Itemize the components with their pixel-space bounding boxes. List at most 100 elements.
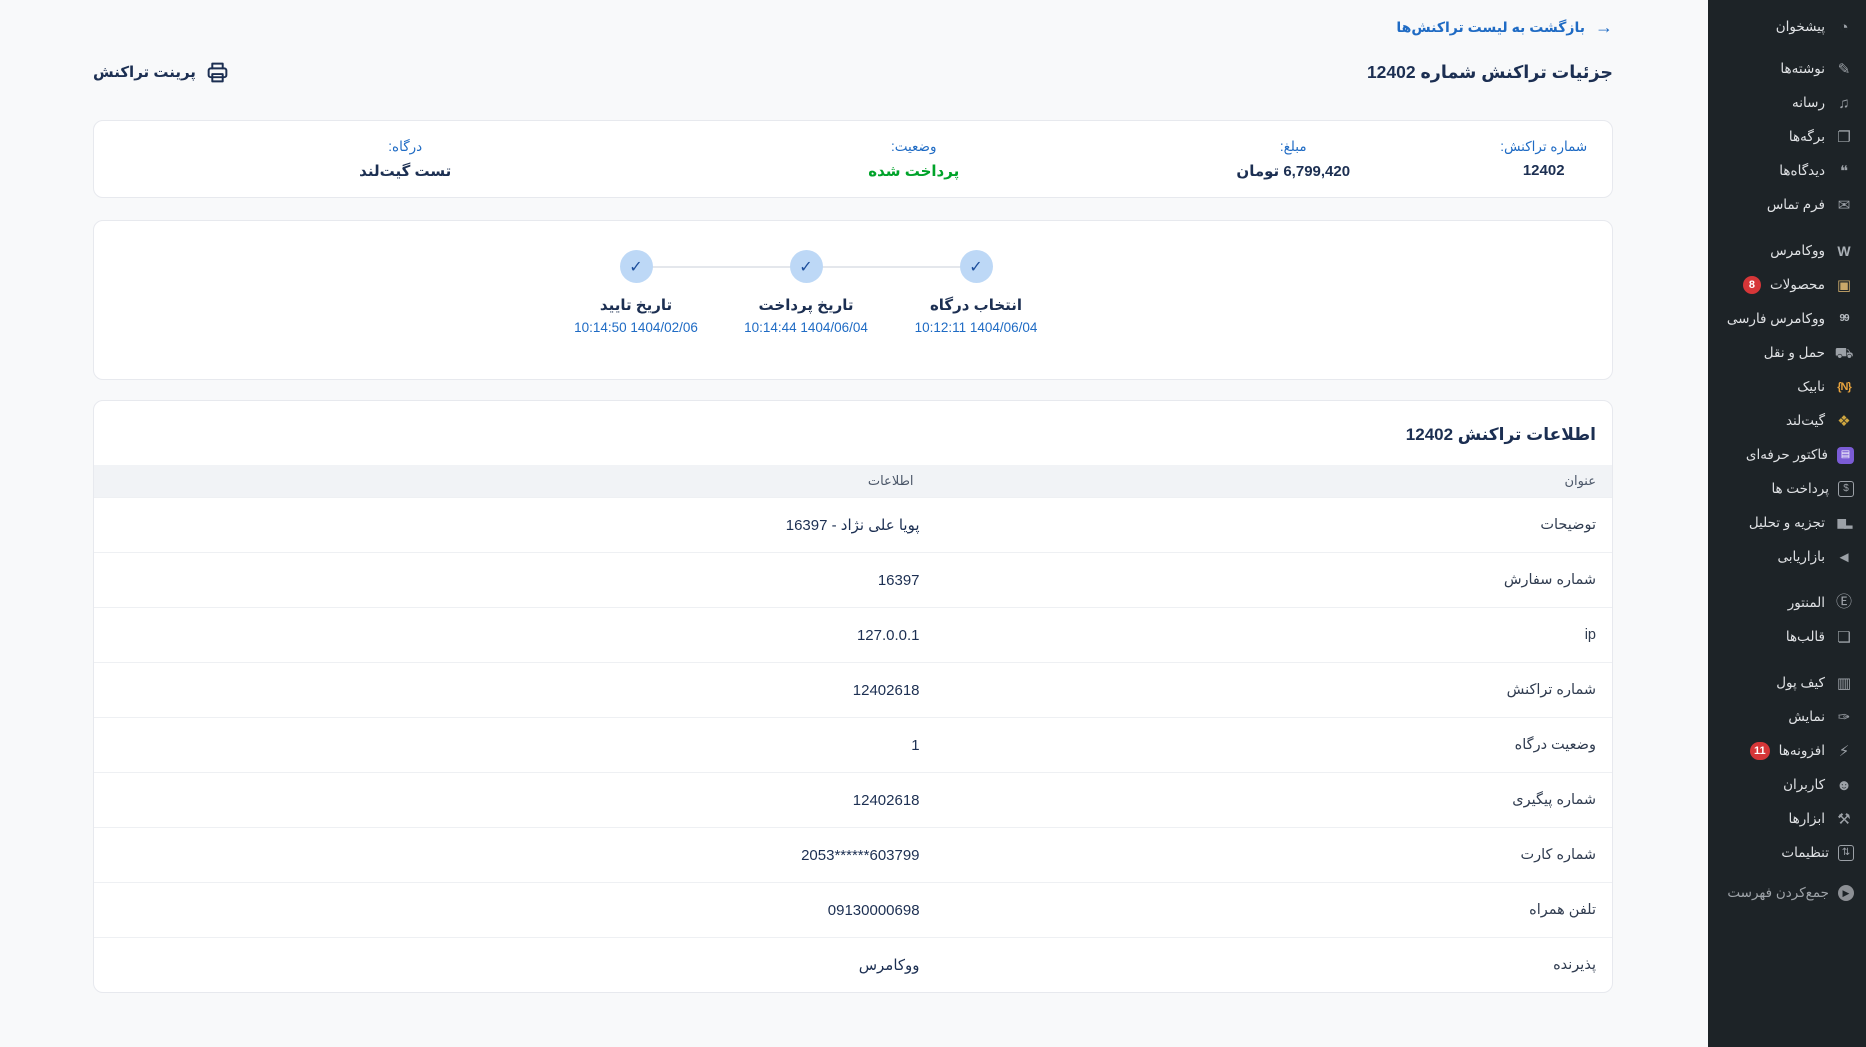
table-row-tracking-number: شماره پیگیری 12402618 xyxy=(94,772,1612,827)
table-row-order-number: شماره سفارش 16397 xyxy=(94,552,1612,607)
column-header-title: عنوان xyxy=(940,473,1612,489)
details-table-header: عنوان اطلاعات xyxy=(94,465,1612,497)
user-icon: ☻ xyxy=(1834,775,1854,795)
sidebar-item-tools[interactable]: ⚒ ابزارها xyxy=(1708,802,1866,836)
sidebar-item-napik[interactable]: {N} نابیک xyxy=(1708,370,1866,404)
main-content: → بازگشت به لیست تراکنش‌ها جزئیات تراکنش… xyxy=(0,0,1708,1047)
sidebar-item-products[interactable]: ▣ محصولات 8 xyxy=(1708,268,1866,302)
collapse-menu-icon: ▶ xyxy=(1838,885,1854,901)
step-datetime: 10:14:50 1404/02/06 xyxy=(574,320,698,335)
summary-field-transaction-number: شماره تراکنش: 12402 xyxy=(1475,139,1612,179)
amount-value: 6,799,420 تومان xyxy=(1236,162,1350,180)
dashboard-icon: ◔ xyxy=(1834,17,1854,37)
transaction-details-card: اطلاعات تراکنش 12402 عنوان اطلاعات توضیح… xyxy=(93,400,1613,993)
table-row-description: توضیحات 16397 - پویا علی نژاد xyxy=(94,497,1612,552)
sidebar-item-elementor[interactable]: Ⓔ المنتور xyxy=(1708,586,1866,620)
timeline-step-payment-date: ✓ تاریخ پرداخت 10:14:44 1404/06/04 xyxy=(721,250,891,335)
summary-field-gateway: درگاه: تست گیت‌لند xyxy=(94,139,716,180)
sidebar-separator xyxy=(1708,222,1866,234)
sidebar-item-woocommerce-farsi[interactable]: 99 ووکامرس فارسی xyxy=(1708,302,1866,336)
bar-chart-icon: ▂▆ xyxy=(1834,513,1854,533)
woocommerce-icon: W xyxy=(1834,241,1854,261)
summary-field-status: وضعیت: پرداخت شده xyxy=(716,139,1111,180)
check-circle-icon: ✓ xyxy=(790,250,823,283)
sidebar-item-appearance[interactable]: ✑ نمایش xyxy=(1708,700,1866,734)
title-row: جزئیات تراکنش شماره 12402 پرینت تراکنش xyxy=(93,52,1613,92)
details-table-title: اطلاعات تراکنش 12402 xyxy=(94,401,1612,465)
check-circle-icon: ✓ xyxy=(620,250,653,283)
products-box-icon: ▣ xyxy=(1834,275,1854,295)
plugin-icon: ⚡ xyxy=(1834,741,1854,761)
wallet-icon: ▥ xyxy=(1834,673,1854,693)
truck-icon: ⛟ xyxy=(1834,343,1854,363)
comments-icon: ❝ xyxy=(1834,161,1854,181)
sidebar-item-templates[interactable]: ❏ قالب‌ها xyxy=(1708,620,1866,654)
summary-field-amount: مبلغ: 6,799,420 تومان xyxy=(1111,139,1475,180)
sidebar-item-settings[interactable]: ⇅ تنظیمات xyxy=(1708,836,1866,870)
media-icon: ♫ xyxy=(1834,93,1854,113)
transaction-summary-card: شماره تراکنش: 12402 مبلغ: 6,799,420 توما… xyxy=(93,120,1613,198)
transaction-timeline-card: ✓ انتخاب درگاه 10:12:11 1404/06/04 ✓ تار… xyxy=(93,220,1613,380)
back-row: → بازگشت به لیست تراکنش‌ها xyxy=(93,18,1613,36)
column-header-info: اطلاعات xyxy=(94,473,940,489)
sidebar-item-analytics[interactable]: ▂▆ تجزیه و تحلیل xyxy=(1708,506,1866,540)
sidebar-item-pages[interactable]: ❐ برگه‌ها xyxy=(1708,120,1866,154)
page-title: جزئیات تراکنش شماره 12402 xyxy=(1367,62,1613,83)
transaction-number-value: 12402 xyxy=(1523,162,1565,179)
wrench-icon: ⚒ xyxy=(1834,809,1854,829)
table-row-transaction-number: شماره تراکنش 12402618 xyxy=(94,662,1612,717)
plugins-count-badge: 11 xyxy=(1750,742,1770,760)
sidebar-item-users[interactable]: ☻ کاربران xyxy=(1708,768,1866,802)
back-to-transactions-link[interactable]: → بازگشت به لیست تراکنش‌ها xyxy=(1396,18,1613,36)
status-value: پرداخت شده xyxy=(868,162,959,180)
sidebar-item-media[interactable]: ♫ رسانه xyxy=(1708,86,1866,120)
sidebar-separator xyxy=(1708,44,1866,52)
sidebar-item-wallet[interactable]: ▥ کیف پول xyxy=(1708,666,1866,700)
sidebar-item-comments[interactable]: ❝ دیدگاه‌ها xyxy=(1708,154,1866,188)
step-datetime: 10:12:11 1404/06/04 xyxy=(915,320,1038,335)
sidebar-item-shipping[interactable]: ⛟ حمل و نقل xyxy=(1708,336,1866,370)
sidebar-item-plugins[interactable]: ⚡ افزونه‌ها 11 xyxy=(1708,734,1866,768)
right-arrow-icon: → xyxy=(1595,18,1613,36)
dollar-icon: $ xyxy=(1838,481,1854,497)
timeline-step-confirm-date: ✓ تاریخ تایید 10:14:50 1404/02/06 xyxy=(551,250,721,335)
sidebar-item-dashboard[interactable]: ◔ پیشخوان xyxy=(1708,10,1866,44)
products-count-badge: 8 xyxy=(1743,276,1761,294)
envelope-icon: ✉ xyxy=(1834,195,1854,215)
pages-icon: ❐ xyxy=(1834,127,1854,147)
sidebar-item-payments[interactable]: $ پرداخت ها xyxy=(1708,472,1866,506)
table-row-mobile: تلفن همراه 09130000698 xyxy=(94,882,1612,937)
table-row-card-number: شماره کارت 2053******603799 xyxy=(94,827,1612,882)
sidebar-item-marketing[interactable]: ◄ بازاریابی xyxy=(1708,540,1866,574)
print-button-label: پرینت تراکنش xyxy=(93,63,196,81)
megaphone-icon: ◄ xyxy=(1834,547,1854,567)
print-transaction-button[interactable]: پرینت تراکنش xyxy=(93,60,230,85)
gateway-value: تست گیت‌لند xyxy=(359,162,451,180)
table-row-gateway-status: وضعیت درگاه 1 xyxy=(94,717,1612,772)
check-circle-icon: ✓ xyxy=(960,250,993,283)
sidebar-item-pro-invoice[interactable]: ▤ فاکتور حرفه‌ای xyxy=(1708,438,1866,472)
sidebar-separator xyxy=(1708,654,1866,666)
invoice-icon: ▤ xyxy=(1837,447,1854,464)
napik-icon: {N} xyxy=(1834,377,1854,397)
brush-icon: ✑ xyxy=(1834,707,1854,727)
step-datetime: 10:14:44 1404/06/04 xyxy=(744,320,868,335)
admin-sidebar: ◔ پیشخوان ✎ نوشته‌ها ♫ رسانه ❐ برگه‌ها ❝… xyxy=(1708,0,1866,1047)
gitland-cards-icon: ❖ xyxy=(1834,411,1854,431)
sidebar-item-contact-form[interactable]: ✉ فرم تماس xyxy=(1708,188,1866,222)
sidebar-item-woocommerce[interactable]: W ووکامرس xyxy=(1708,234,1866,268)
table-row-ip: ip 127.0.0.1 xyxy=(94,607,1612,662)
posts-pin-icon: ✎ xyxy=(1834,59,1854,79)
woocommerce-farsi-icon: 99 xyxy=(1834,309,1854,329)
sliders-icon: ⇅ xyxy=(1838,845,1854,861)
table-row-acquirer: پذیرنده ووکامرس xyxy=(94,937,1612,992)
sidebar-item-gitland[interactable]: ❖ گیت‌لند xyxy=(1708,404,1866,438)
printer-icon xyxy=(205,60,230,85)
sidebar-item-collapse-menu[interactable]: ▶ جمع‌کردن فهرست xyxy=(1708,876,1866,910)
timeline-step-gateway-selected: ✓ انتخاب درگاه 10:12:11 1404/06/04 xyxy=(891,250,1061,335)
sidebar-item-posts[interactable]: ✎ نوشته‌ها xyxy=(1708,52,1866,86)
back-link-label: بازگشت به لیست تراکنش‌ها xyxy=(1396,19,1585,36)
page: ◔ پیشخوان ✎ نوشته‌ها ♫ رسانه ❐ برگه‌ها ❝… xyxy=(0,0,1866,1047)
sidebar-separator xyxy=(1708,574,1866,586)
elementor-icon: Ⓔ xyxy=(1834,593,1854,613)
